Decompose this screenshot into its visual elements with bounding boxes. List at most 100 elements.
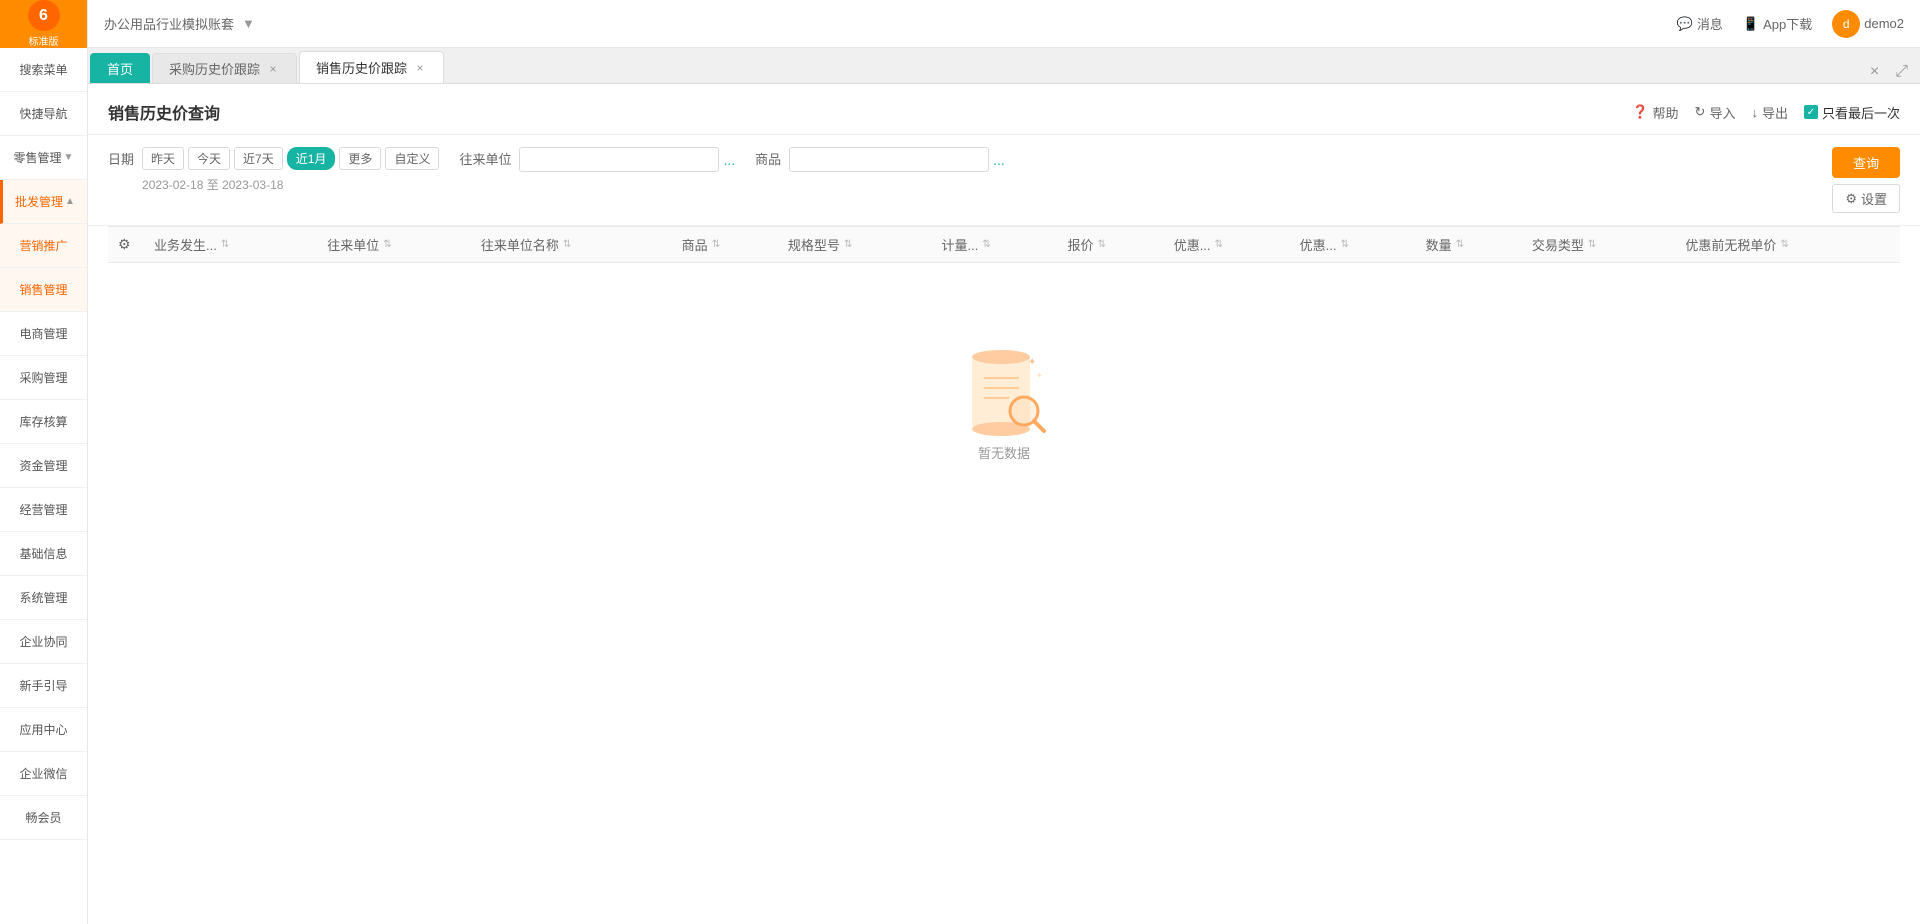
sidebar-item-search-menu[interactable]: 搜索菜单 bbox=[0, 48, 87, 92]
sort-icon: ⇅ bbox=[1097, 240, 1105, 250]
sidebar-item-enterprise-wechat[interactable]: 企业微信 bbox=[0, 752, 87, 796]
column-partner-name[interactable]: 往来单位名称 ⇅ bbox=[471, 227, 672, 263]
settings-button[interactable]: ⚙ 设置 bbox=[1832, 184, 1900, 213]
data-table: ⚙ 业务发生... ⇅ 往来单位 ⇅ bbox=[108, 226, 1900, 263]
table-header: ⚙ 业务发生... ⇅ 往来单位 ⇅ bbox=[108, 227, 1900, 263]
column-spec[interactable]: 规格型号 ⇅ bbox=[778, 227, 932, 263]
filter-area: 日期 昨天 今天 近7天 近1月 更多 自定义 2023-02-18 至 202… bbox=[88, 135, 1920, 226]
tab-home[interactable]: 首页 bbox=[90, 53, 150, 83]
date-range-display: 2023-02-18 至 2023-03-18 bbox=[142, 176, 439, 193]
app-download-button[interactable]: 📱 App下载 bbox=[1743, 14, 1812, 33]
sidebar-item-wholesale-mgmt[interactable]: 批发管理 ▲ bbox=[0, 180, 87, 224]
maximize-button[interactable]: ⤢ bbox=[1891, 61, 1912, 83]
topbar-title: 办公用品行业模拟账套 bbox=[104, 14, 234, 33]
column-discount2[interactable]: 优惠... ⇅ bbox=[1290, 227, 1416, 263]
date-custom-btn[interactable]: 自定义 bbox=[385, 147, 439, 170]
avatar: d bbox=[1832, 10, 1860, 38]
app-logo[interactable]: 6 标准版 bbox=[0, 0, 87, 48]
tab-sales-close-icon[interactable]: × bbox=[413, 61, 427, 75]
column-unit[interactable]: 计量... ⇅ bbox=[931, 227, 1057, 263]
table-wrapper: ⚙ 业务发生... ⇅ 往来单位 ⇅ bbox=[88, 226, 1920, 542]
sidebar-item-inventory[interactable]: 库存核算 bbox=[0, 400, 87, 444]
column-quote[interactable]: 报价 ⇅ bbox=[1057, 227, 1163, 263]
sidebar-item-business-mgmt[interactable]: 经营管理 bbox=[0, 488, 87, 532]
query-button[interactable]: 查询 bbox=[1832, 147, 1900, 178]
user-profile[interactable]: d demo2 bbox=[1832, 10, 1904, 38]
page-header: 销售历史价查询 ❓ 帮助 ↻ 导入 ↓ 导出 ✓ 只看最后一次 bbox=[88, 84, 1920, 135]
product-input-group: ... bbox=[789, 147, 1005, 172]
column-settings-icon[interactable]: ⚙ bbox=[118, 236, 131, 252]
date-more-btn[interactable]: 更多 bbox=[339, 147, 381, 170]
partner-input[interactable] bbox=[519, 147, 719, 172]
column-settings[interactable]: ⚙ bbox=[108, 227, 144, 263]
sort-icon: ⇅ bbox=[982, 240, 990, 250]
import-button[interactable]: ↻ 导入 bbox=[1695, 103, 1736, 122]
empty-text: 暂无数据 bbox=[978, 443, 1030, 462]
export-button[interactable]: ↓ 导出 bbox=[1751, 103, 1788, 122]
topbar-dropdown-icon[interactable]: ▼ bbox=[242, 16, 255, 31]
sidebar-item-retail-mgmt[interactable]: 零售管理 ▼ bbox=[0, 136, 87, 180]
topbar-right: 💬 消息 📱 App下载 d demo2 bbox=[1677, 10, 1904, 38]
page-content: 销售历史价查询 ❓ 帮助 ↻ 导入 ↓ 导出 ✓ 只看最后一次 bbox=[88, 84, 1920, 924]
sidebar: 6 标准版 搜索菜单 快捷导航 零售管理 ▼ 批发管理 ▲ 营销推广 销售管理 … bbox=[0, 0, 88, 924]
sort-icon: ⇅ bbox=[712, 240, 720, 250]
sidebar-item-sales-mgmt[interactable]: 销售管理 bbox=[0, 268, 87, 312]
sidebar-item-marketing[interactable]: 营销推广 bbox=[0, 224, 87, 268]
import-icon: ↻ bbox=[1695, 104, 1706, 120]
empty-icon: ✦ ✦ bbox=[954, 343, 1054, 443]
column-trade-type[interactable]: 交易类型 ⇅ bbox=[1522, 227, 1676, 263]
sidebar-item-purchase-mgmt[interactable]: 采购管理 bbox=[0, 356, 87, 400]
help-button[interactable]: ❓ 帮助 bbox=[1632, 103, 1678, 122]
column-partner-code[interactable]: 往来单位 ⇅ bbox=[317, 227, 471, 263]
page-title: 销售历史价查询 bbox=[108, 100, 220, 124]
chevron-up-icon: ▲ bbox=[65, 196, 75, 207]
topbar-left: 办公用品行业模拟账套 ▼ bbox=[104, 14, 255, 33]
message-button[interactable]: 💬 消息 bbox=[1677, 14, 1723, 33]
sort-icon: ⇅ bbox=[563, 240, 571, 250]
sidebar-item-basic-info[interactable]: 基础信息 bbox=[0, 532, 87, 576]
tab-purchase-close-icon[interactable]: × bbox=[266, 62, 280, 76]
column-product[interactable]: 商品 ⇅ bbox=[672, 227, 778, 263]
date-7days-btn[interactable]: 近7天 bbox=[234, 147, 283, 170]
only-last-checkbox[interactable]: ✓ 只看最后一次 bbox=[1804, 103, 1900, 122]
download-icon: 📱 bbox=[1743, 16, 1759, 32]
tab-sales-history[interactable]: 销售历史价跟踪 × bbox=[299, 51, 444, 83]
sidebar-item-quick-nav[interactable]: 快捷导航 bbox=[0, 92, 87, 136]
topbar: 办公用品行业模拟账套 ▼ 💬 消息 📱 App下载 d demo2 bbox=[88, 0, 1920, 48]
sidebar-item-system-mgmt[interactable]: 系统管理 bbox=[0, 576, 87, 620]
product-filter-label: 商品 bbox=[755, 147, 781, 168]
close-all-tabs-button[interactable]: × bbox=[1866, 61, 1883, 83]
product-dots-btn[interactable]: ... bbox=[993, 152, 1005, 168]
sort-icon: ⇅ bbox=[1456, 240, 1464, 250]
main-area: 办公用品行业模拟账套 ▼ 💬 消息 📱 App下载 d demo2 首页 bbox=[88, 0, 1920, 924]
partner-dots-btn[interactable]: ... bbox=[723, 152, 735, 168]
date-yesterday-btn[interactable]: 昨天 bbox=[142, 147, 184, 170]
product-filter-group: 商品 ... bbox=[755, 147, 1005, 172]
empty-illustration: ✦ ✦ bbox=[954, 343, 1054, 443]
date-buttons: 昨天 今天 近7天 近1月 更多 自定义 bbox=[142, 147, 439, 170]
export-icon: ↓ bbox=[1751, 105, 1758, 120]
sidebar-item-ecommerce-mgmt[interactable]: 电商管理 bbox=[0, 312, 87, 356]
sort-icon: ⇅ bbox=[221, 240, 229, 250]
partner-filter-group: 往来单位 ... bbox=[459, 147, 735, 172]
tabbar: 首页 采购历史价跟踪 × 销售历史价跟踪 × × ⤢ bbox=[88, 48, 1920, 84]
column-biz-date[interactable]: 业务发生... ⇅ bbox=[144, 227, 317, 263]
date-options: 昨天 今天 近7天 近1月 更多 自定义 2023-02-18 至 2023-0… bbox=[142, 147, 439, 193]
partner-filter-label: 往来单位 bbox=[459, 147, 511, 168]
sidebar-item-member[interactable]: 畅会员 bbox=[0, 796, 87, 840]
sort-icon: ⇅ bbox=[383, 240, 391, 250]
sidebar-item-beginner-guide[interactable]: 新手引导 bbox=[0, 664, 87, 708]
sort-icon: ⇅ bbox=[1780, 240, 1788, 250]
tab-purchase-history[interactable]: 采购历史价跟踪 × bbox=[152, 53, 297, 83]
product-input[interactable] bbox=[789, 147, 989, 172]
sort-icon: ⇅ bbox=[1588, 240, 1596, 250]
sidebar-item-app-center[interactable]: 应用中心 bbox=[0, 708, 87, 752]
settings-icon: ⚙ bbox=[1845, 191, 1857, 207]
sidebar-item-enterprise-agreement[interactable]: 企业协同 bbox=[0, 620, 87, 664]
date-today-btn[interactable]: 今天 bbox=[188, 147, 230, 170]
column-quantity[interactable]: 数量 ⇅ bbox=[1416, 227, 1522, 263]
date-1month-btn[interactable]: 近1月 bbox=[287, 147, 336, 170]
column-pretax-price[interactable]: 优惠前无税单价 ⇅ bbox=[1675, 227, 1900, 263]
column-discount1[interactable]: 优惠... ⇅ bbox=[1164, 227, 1290, 263]
sidebar-item-finance-mgmt[interactable]: 资金管理 bbox=[0, 444, 87, 488]
